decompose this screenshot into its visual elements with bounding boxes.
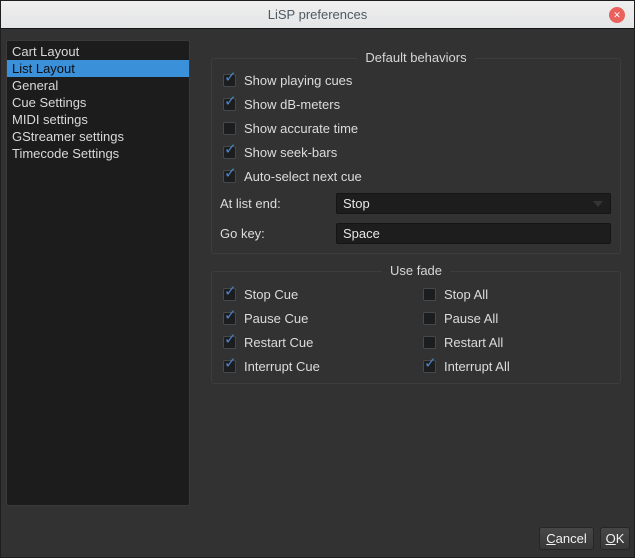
checkbox-box[interactable]: ✓ [223, 141, 237, 159]
sidebar-item-gstreamer-settings[interactable]: GStreamer settings [7, 128, 189, 145]
ok-button[interactable]: OK [600, 527, 630, 550]
checkbox-label: Interrupt Cue [244, 358, 320, 374]
close-button[interactable]: ✕ [609, 7, 625, 23]
titlebar: LiSP preferences ✕ [1, 1, 634, 29]
check-icon: ✓ [224, 164, 237, 182]
checkbox-box[interactable]: ✓ [223, 307, 237, 325]
group-title-use-fade: Use fade [381, 263, 451, 278]
checkbox-restart-all[interactable]: ✓ Restart All [423, 333, 503, 351]
checkbox-box[interactable]: ✓ [223, 121, 236, 135]
preferences-window: LiSP preferences ✕ Cart Layout List Layo… [0, 0, 635, 558]
checkbox-label: Restart All [444, 334, 504, 350]
checkbox-label: Show accurate time [244, 120, 359, 136]
checkbox-box[interactable]: ✓ [223, 355, 237, 373]
ok-button-label: OK [605, 531, 625, 546]
checkbox-stop-cue[interactable]: ✓ Stop Cue [223, 283, 299, 303]
sidebar-item-timecode-settings[interactable]: Timecode Settings [7, 145, 189, 162]
check-icon: ✓ [224, 282, 237, 300]
checkbox-label: Auto-select next cue [244, 168, 362, 184]
at-list-end-label: At list end: [220, 196, 281, 211]
checkbox-label: Show playing cues [244, 72, 353, 88]
checkbox-box[interactable]: ✓ [423, 311, 436, 325]
sidebar-item-cue-settings[interactable]: Cue Settings [7, 94, 189, 111]
checkbox-label: Show seek-bars [244, 144, 338, 160]
sidebar-item-midi-settings[interactable]: MIDI settings [7, 111, 189, 128]
sidebar-item-cart-layout[interactable]: Cart Layout [7, 43, 189, 60]
checkbox-label: Pause Cue [244, 310, 309, 326]
checkbox-show-seek-bars[interactable]: ✓ Show seek-bars [223, 141, 338, 161]
checkbox-box[interactable]: ✓ [423, 287, 436, 301]
checkbox-interrupt-cue[interactable]: ✓ Interrupt Cue [223, 355, 320, 375]
go-key-input[interactable] [336, 223, 611, 244]
checkbox-label: Stop Cue [244, 286, 299, 302]
check-icon: ✓ [224, 140, 237, 158]
chevron-down-icon [593, 201, 603, 207]
checkbox-box[interactable]: ✓ [223, 69, 237, 87]
checkbox-show-db-meters[interactable]: ✓ Show dB-meters [223, 93, 341, 113]
checkbox-label: Interrupt All [444, 358, 510, 374]
checkbox-pause-cue[interactable]: ✓ Pause Cue [223, 307, 309, 327]
checkbox-box[interactable]: ✓ [223, 283, 237, 301]
check-icon: ✓ [224, 306, 237, 324]
sidebar-item-list-layout[interactable]: List Layout [7, 60, 189, 77]
check-icon: ✓ [224, 68, 237, 86]
checkbox-box[interactable]: ✓ [423, 355, 437, 373]
go-key-label: Go key: [220, 226, 265, 241]
at-list-end-dropdown[interactable]: Stop [336, 193, 611, 214]
checkbox-box[interactable]: ✓ [223, 165, 237, 183]
at-list-end-value: Stop [343, 196, 370, 211]
cancel-button[interactable]: Cancel [539, 527, 594, 550]
check-icon: ✓ [224, 92, 237, 110]
check-icon: ✓ [224, 354, 237, 372]
checkbox-stop-all[interactable]: ✓ Stop All [423, 285, 488, 303]
close-icon: ✕ [613, 10, 621, 20]
checkbox-pause-all[interactable]: ✓ Pause All [423, 309, 498, 327]
checkbox-auto-select-next-cue[interactable]: ✓ Auto-select next cue [223, 165, 362, 185]
checkbox-label: Pause All [444, 310, 499, 326]
checkbox-box[interactable]: ✓ [223, 93, 237, 111]
check-icon: ✓ [424, 354, 437, 372]
checkbox-show-playing-cues[interactable]: ✓ Show playing cues [223, 69, 353, 89]
check-icon: ✓ [224, 330, 237, 348]
cancel-button-label: Cancel [546, 531, 587, 546]
checkbox-box[interactable]: ✓ [423, 335, 436, 349]
window-title: LiSP preferences [267, 7, 368, 22]
checkbox-interrupt-all[interactable]: ✓ Interrupt All [423, 355, 510, 375]
checkbox-restart-cue[interactable]: ✓ Restart Cue [223, 331, 314, 351]
category-list: Cart Layout List Layout General Cue Sett… [6, 40, 190, 506]
checkbox-label: Show dB-meters [244, 96, 341, 112]
checkbox-label: Stop All [444, 286, 489, 302]
group-use-fade: Use fade ✓ Stop Cue ✓ Pause Cue ✓ Restar… [211, 263, 621, 384]
sidebar-item-general[interactable]: General [7, 77, 189, 94]
checkbox-box[interactable]: ✓ [223, 331, 237, 349]
group-title-default-behaviors: Default behaviors [357, 50, 475, 65]
checkbox-label: Restart Cue [244, 334, 314, 350]
checkbox-show-accurate-time[interactable]: ✓ Show accurate time [223, 119, 358, 137]
